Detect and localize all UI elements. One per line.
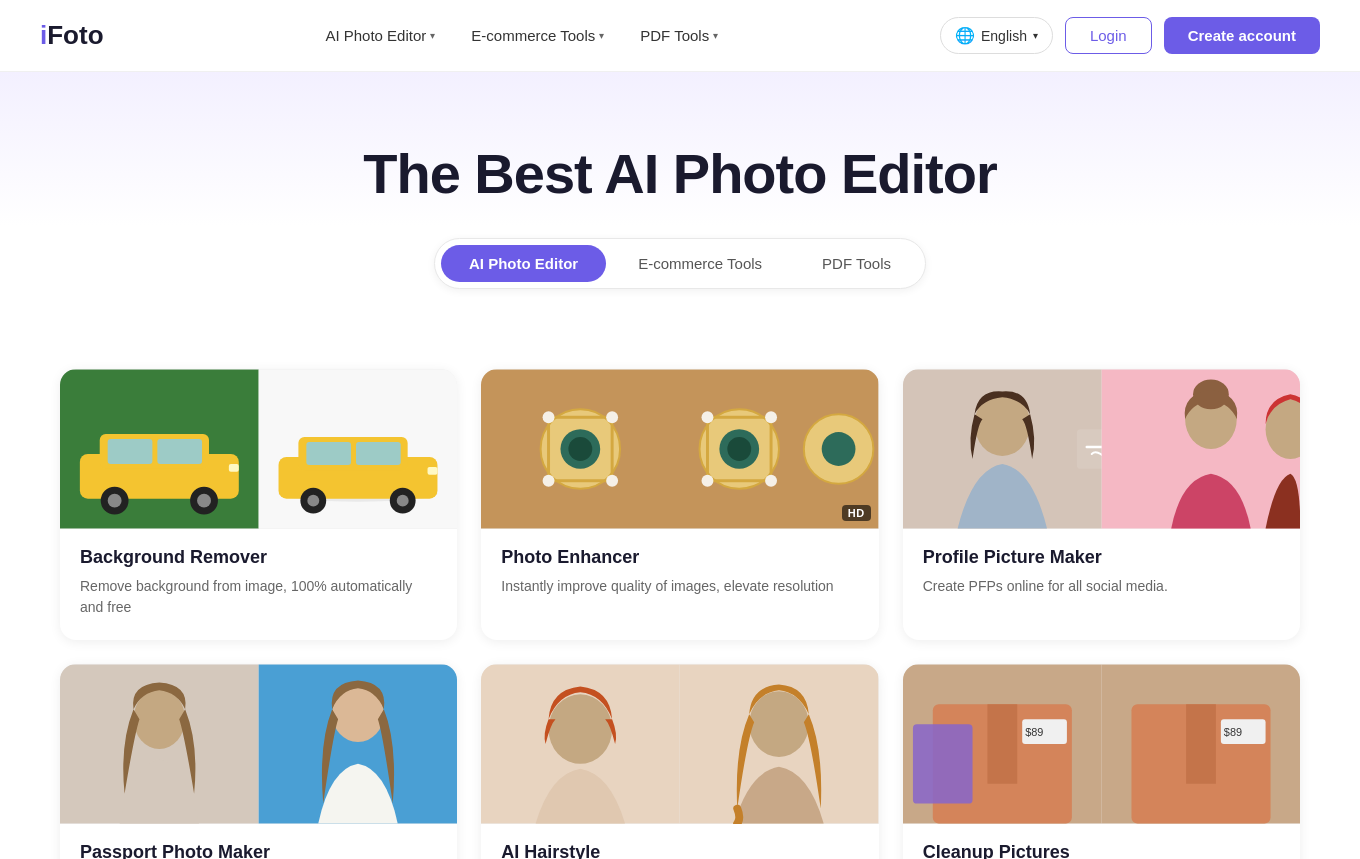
card-background-remover[interactable]: Background Remover Remove background fro…	[60, 369, 457, 640]
svg-point-26	[569, 437, 593, 461]
svg-rect-58	[987, 705, 1017, 784]
cards-grid: Background Remover Remove background fro…	[60, 369, 1300, 859]
tab-ecommerce-tools[interactable]: E-commerce Tools	[610, 245, 790, 282]
tab-pdf-tools[interactable]: PDF Tools	[794, 245, 919, 282]
svg-point-37	[702, 475, 714, 487]
cards-section: Background Remover Remove background fro…	[0, 329, 1360, 859]
card-image-passport-photo-maker	[60, 664, 457, 824]
card-body-photo-enhancer: Photo Enhancer Instantly improve quality…	[481, 529, 878, 619]
svg-point-38	[765, 475, 777, 487]
svg-point-30	[606, 475, 618, 487]
svg-point-40	[822, 433, 856, 467]
svg-point-7	[108, 494, 122, 508]
card-passport-photo-maker[interactable]: Passport Photo Maker	[60, 664, 457, 859]
svg-point-53	[549, 695, 613, 765]
hero-section: The Best AI Photo Editor AI Photo Editor…	[0, 72, 1360, 329]
card-body-background-remover: Background Remover Remove background fro…	[60, 529, 457, 640]
card-title-background-remover: Background Remover	[80, 547, 437, 568]
card-title-profile-picture-maker: Profile Picture Maker	[923, 547, 1280, 568]
nav-ai-photo-editor[interactable]: AI Photo Editor ▾	[311, 19, 449, 52]
svg-rect-4	[108, 439, 153, 464]
card-profile-picture-maker[interactable]: Profile Picture Maker Create PFPs online…	[903, 369, 1300, 640]
svg-point-27	[543, 412, 555, 424]
svg-point-55	[750, 692, 810, 758]
header-actions: 🌐 English ▾ Login Create account	[940, 17, 1320, 54]
svg-point-34	[728, 437, 752, 461]
logo[interactable]: iFoto	[40, 20, 104, 51]
card-title-photo-enhancer: Photo Enhancer	[501, 547, 858, 568]
svg-point-20	[397, 495, 409, 507]
card-desc-photo-enhancer: Instantly improve quality of images, ele…	[501, 576, 858, 597]
svg-text:$89: $89	[1224, 726, 1242, 738]
chevron-down-icon: ▾	[430, 30, 435, 41]
card-title-passport-photo-maker: Passport Photo Maker	[80, 842, 437, 859]
card-body-profile-picture-maker: Profile Picture Maker Create PFPs online…	[903, 529, 1300, 619]
chevron-down-icon: ▾	[713, 30, 718, 41]
create-account-button[interactable]: Create account	[1164, 17, 1320, 54]
login-button[interactable]: Login	[1065, 17, 1152, 54]
main-nav: AI Photo Editor ▾ E-commerce Tools ▾ PDF…	[311, 19, 732, 52]
tab-container: AI Photo Editor E-commerce Tools PDF Too…	[434, 238, 926, 289]
card-desc-background-remover: Remove background from image, 100% autom…	[80, 576, 437, 618]
card-desc-profile-picture-maker: Create PFPs online for all social media.	[923, 576, 1280, 597]
card-title-ai-hairstyle: AI Hairstyle	[501, 842, 858, 859]
card-ai-hairstyle[interactable]: AI Hairstyle	[481, 664, 878, 859]
chevron-down-icon: ▾	[1033, 30, 1038, 41]
card-image-ai-hairstyle	[481, 664, 878, 824]
card-title-cleanup-pictures: Cleanup Pictures	[923, 842, 1280, 859]
svg-point-49	[134, 690, 186, 750]
svg-point-9	[197, 494, 211, 508]
svg-point-28	[606, 412, 618, 424]
svg-rect-21	[428, 467, 438, 475]
language-selector[interactable]: 🌐 English ▾	[940, 17, 1053, 54]
card-image-photo-enhancer: HD	[481, 369, 878, 529]
card-cleanup-pictures[interactable]: $89 $89 Cleanup Pictures	[903, 664, 1300, 859]
nav-ecommerce-tools[interactable]: E-commerce Tools ▾	[457, 19, 618, 52]
tab-ai-photo-editor[interactable]: AI Photo Editor	[441, 245, 606, 282]
svg-point-36	[765, 412, 777, 424]
nav-pdf-tools[interactable]: PDF Tools ▾	[626, 19, 732, 52]
svg-rect-59	[913, 725, 973, 804]
svg-text:$89: $89	[1025, 726, 1043, 738]
svg-rect-64	[1186, 705, 1216, 784]
svg-point-29	[543, 475, 555, 487]
hd-badge: HD	[842, 505, 871, 521]
header: iFoto AI Photo Editor ▾ E-commerce Tools…	[0, 0, 1360, 72]
svg-rect-15	[306, 442, 351, 465]
hero-title: The Best AI Photo Editor	[20, 142, 1340, 206]
svg-rect-10	[229, 464, 239, 472]
card-body-passport-photo-maker: Passport Photo Maker	[60, 824, 457, 859]
language-label: English	[981, 28, 1027, 44]
card-image-profile-picture-maker	[903, 369, 1300, 529]
card-body-ai-hairstyle: AI Hairstyle	[481, 824, 878, 859]
card-image-cleanup-pictures: $89 $89	[903, 664, 1300, 824]
globe-icon: 🌐	[955, 26, 975, 45]
card-image-background-remover	[60, 369, 457, 529]
logo-suffix: Foto	[47, 20, 103, 50]
chevron-down-icon: ▾	[599, 30, 604, 41]
svg-rect-5	[157, 439, 202, 464]
svg-rect-16	[356, 442, 401, 465]
svg-point-18	[307, 495, 319, 507]
card-photo-enhancer[interactable]: HD Photo Enhancer Instantly improve qual…	[481, 369, 878, 640]
tab-bar: AI Photo Editor E-commerce Tools PDF Too…	[20, 238, 1340, 289]
card-body-cleanup-pictures: Cleanup Pictures	[903, 824, 1300, 859]
svg-point-35	[702, 412, 714, 424]
